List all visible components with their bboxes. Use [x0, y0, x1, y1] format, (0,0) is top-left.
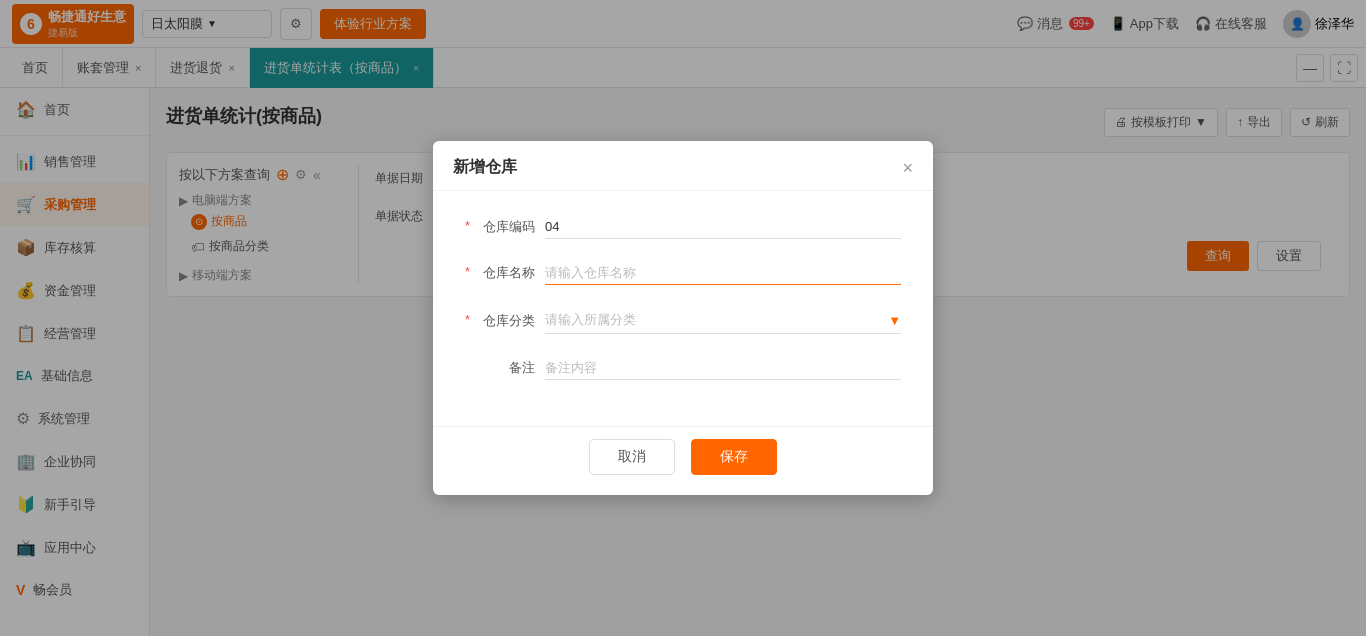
form-row-code: 仓库编码 [465, 215, 901, 239]
name-label: 仓库名称 [465, 264, 545, 282]
category-label: 仓库分类 [465, 312, 545, 330]
name-input[interactable] [545, 261, 901, 285]
code-label: 仓库编码 [465, 218, 545, 236]
modal-header: 新增仓库 × [433, 141, 933, 191]
modal-new-warehouse: 新增仓库 × 仓库编码 仓库名称 仓库分类 请输入所属分类 ▼ 备注 取消 [433, 141, 933, 495]
modal-footer: 取消 保存 [433, 426, 933, 495]
form-row-note: 备注 [465, 356, 901, 380]
cancel-button[interactable]: 取消 [589, 439, 675, 475]
modal-title: 新增仓库 [453, 157, 517, 178]
modal-body: 仓库编码 仓库名称 仓库分类 请输入所属分类 ▼ 备注 [433, 191, 933, 426]
note-input[interactable] [545, 356, 901, 380]
category-chevron-icon: ▼ [888, 313, 901, 328]
form-row-name: 仓库名称 [465, 261, 901, 285]
code-input[interactable] [545, 215, 901, 239]
modal-close-button[interactable]: × [902, 159, 913, 177]
save-button[interactable]: 保存 [691, 439, 777, 475]
form-row-category: 仓库分类 请输入所属分类 ▼ [465, 307, 901, 334]
category-select[interactable]: 请输入所属分类 ▼ [545, 307, 901, 334]
note-label: 备注 [465, 359, 545, 377]
